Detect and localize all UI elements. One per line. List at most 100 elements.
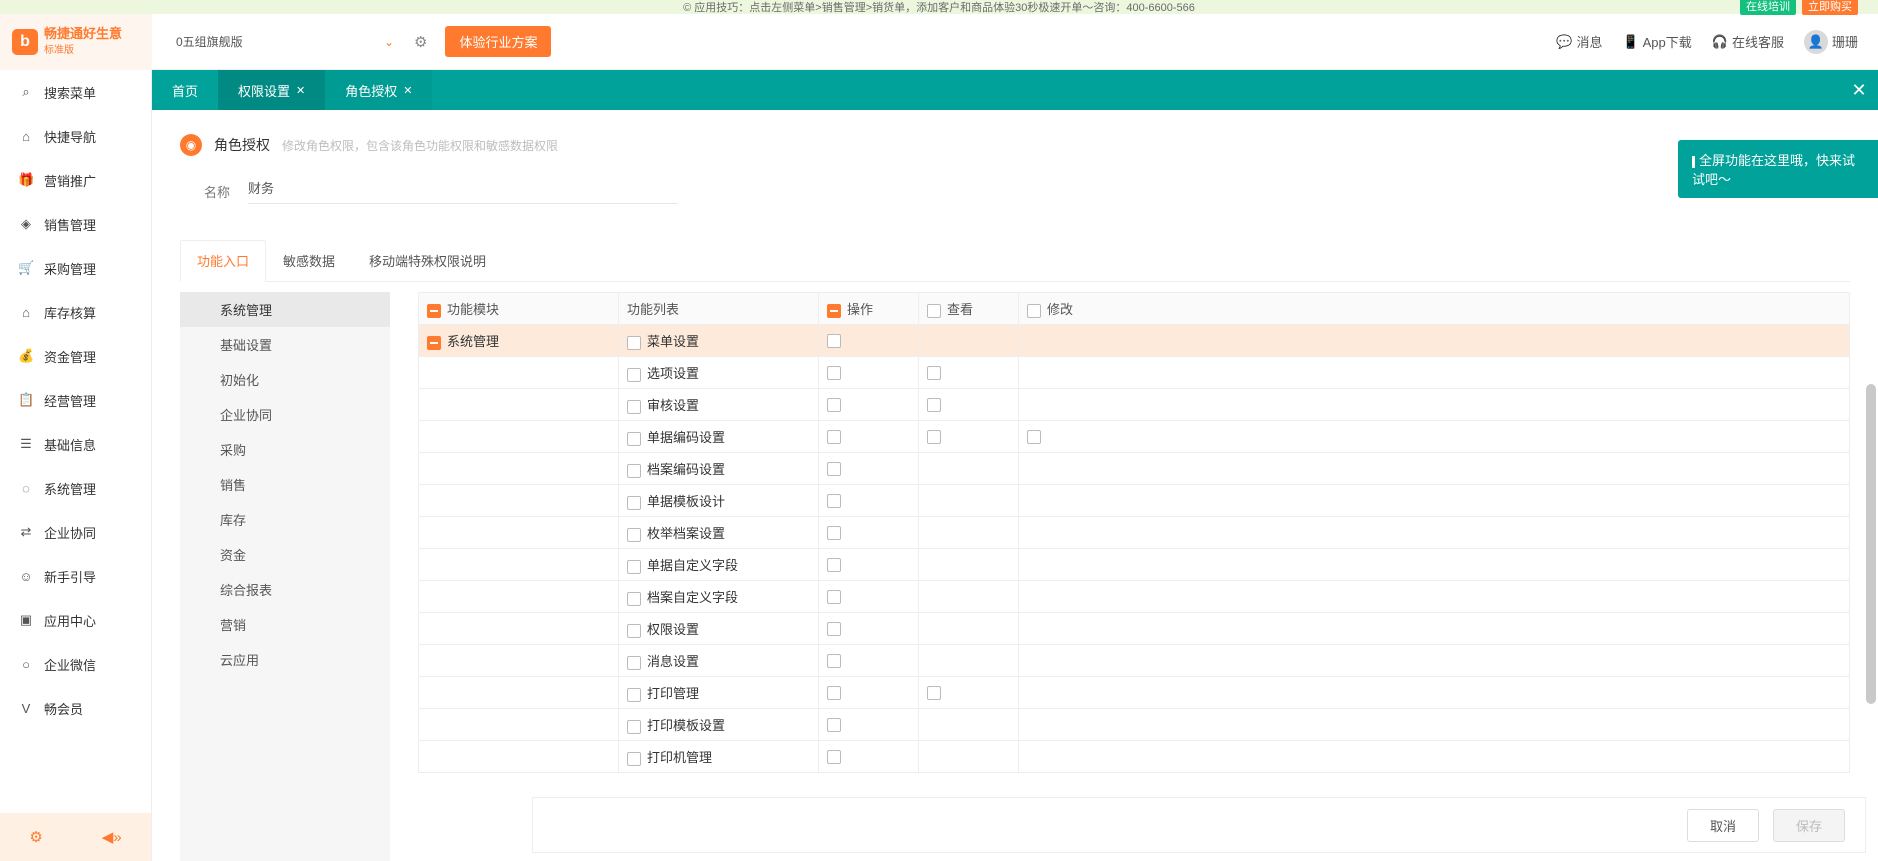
app-download-link[interactable]: 📱App下载	[1622, 32, 1691, 51]
category-item[interactable]: 库存	[180, 502, 390, 537]
checkbox[interactable]	[627, 688, 641, 702]
page-tabs: 首页 权限设置✕ 角色授权✕ ✕	[152, 70, 1878, 110]
checkbox-all-edit[interactable]	[1027, 304, 1041, 318]
save-button[interactable]: 保存	[1773, 809, 1845, 842]
category-item[interactable]: 资金	[180, 537, 390, 572]
nav-item[interactable]: 📋经营管理	[0, 378, 151, 422]
checkbox-all-module[interactable]	[427, 304, 441, 318]
nav-label: 基础信息	[44, 435, 96, 454]
checkbox[interactable]	[827, 366, 841, 380]
messages-link[interactable]: 💬消息	[1556, 32, 1602, 51]
checkbox[interactable]	[827, 334, 841, 348]
nav-item[interactable]: ▣应用中心	[0, 598, 151, 642]
checkbox[interactable]	[827, 590, 841, 604]
nav-item[interactable]: ⌕搜索菜单	[0, 70, 151, 114]
nav-icon: ◈	[18, 216, 34, 232]
collapse-icon[interactable]: ◀»	[102, 828, 122, 846]
buy-button[interactable]: 立即购买	[1802, 0, 1858, 15]
checkbox[interactable]	[1027, 430, 1041, 444]
tab-role-auth[interactable]: 角色授权✕	[325, 70, 432, 110]
nav-label: 采购管理	[44, 259, 96, 278]
scrollbar[interactable]	[1866, 384, 1876, 704]
gear-icon[interactable]: ⚙	[414, 33, 427, 51]
checkbox[interactable]	[827, 686, 841, 700]
itab-function[interactable]: 功能入口	[180, 240, 266, 282]
category-item[interactable]: 系统管理	[180, 292, 390, 327]
support-link[interactable]: 🎧在线客服	[1712, 32, 1784, 51]
try-industry-button[interactable]: 体验行业方案	[445, 26, 551, 57]
tab-home[interactable]: 首页	[152, 70, 218, 110]
cancel-button[interactable]: 取消	[1687, 809, 1759, 842]
checkbox[interactable]	[927, 366, 941, 380]
fullscreen-tip[interactable]: 全屏功能在这里哦，快来试试吧～	[1678, 140, 1878, 198]
checkbox-all-action[interactable]	[827, 304, 841, 318]
avatar-icon: 👤	[1804, 30, 1828, 54]
role-name-input[interactable]: 财务	[248, 178, 678, 204]
category-item[interactable]: 销售	[180, 467, 390, 502]
nav-item[interactable]: 🛒 采购管理	[0, 246, 151, 290]
checkbox[interactable]	[627, 624, 641, 638]
nav-item[interactable]: ⌂库存核算	[0, 290, 151, 334]
table-row: 单据编码设置	[419, 421, 1850, 453]
checkbox[interactable]	[627, 656, 641, 670]
checkbox[interactable]	[627, 752, 641, 766]
category-item[interactable]: 采购	[180, 432, 390, 467]
close-icon[interactable]: ✕	[296, 84, 305, 97]
settings-icon[interactable]: ⚙	[29, 828, 42, 846]
checkbox[interactable]	[927, 398, 941, 412]
checkbox[interactable]	[827, 526, 841, 540]
checkbox[interactable]	[927, 686, 941, 700]
checkbox[interactable]	[627, 528, 641, 542]
category-item[interactable]: 基础设置	[180, 327, 390, 362]
checkbox[interactable]	[627, 368, 641, 382]
checkbox[interactable]	[627, 496, 641, 510]
nav-item[interactable]: ◌系统管理	[0, 466, 151, 510]
org-select[interactable]: 0五组旗舰版 ⌄	[170, 28, 400, 56]
checkbox[interactable]	[627, 400, 641, 414]
checkbox[interactable]	[627, 592, 641, 606]
category-item[interactable]: 营销	[180, 607, 390, 642]
close-all-tabs[interactable]: ✕	[1840, 70, 1878, 110]
checkbox[interactable]	[827, 494, 841, 508]
app-header: b 畅捷通好生意 标准版 0五组旗舰版 ⌄ ⚙ 体验行业方案 💬消息 📱App下…	[0, 14, 1878, 70]
category-item[interactable]: 综合报表	[180, 572, 390, 607]
nav-item[interactable]: 🎁营销推广	[0, 158, 151, 202]
user-menu[interactable]: 👤珊珊	[1804, 30, 1858, 54]
nav-icon: 💰	[18, 348, 34, 364]
nav-item[interactable]: ☺新手引导	[0, 554, 151, 598]
checkbox[interactable]	[827, 398, 841, 412]
nav-item[interactable]: V畅会员	[0, 686, 151, 730]
nav-item[interactable]: ⌂快捷导航	[0, 114, 151, 158]
checkbox[interactable]	[627, 720, 641, 734]
checkbox[interactable]	[827, 718, 841, 732]
category-item[interactable]: 云应用	[180, 642, 390, 677]
phone-icon: 📱	[1622, 34, 1638, 50]
checkbox-all-view[interactable]	[927, 304, 941, 318]
checkbox[interactable]	[427, 336, 441, 350]
nav-item[interactable]: ○企业微信	[0, 642, 151, 686]
category-item[interactable]: 初始化	[180, 362, 390, 397]
checkbox[interactable]	[627, 336, 641, 350]
checkbox[interactable]	[827, 654, 841, 668]
checkbox[interactable]	[827, 430, 841, 444]
nav-item[interactable]: 💰资金管理	[0, 334, 151, 378]
category-item[interactable]: 企业协同	[180, 397, 390, 432]
itab-sensitive[interactable]: 敏感数据	[266, 240, 352, 281]
close-icon[interactable]: ✕	[403, 84, 412, 97]
checkbox[interactable]	[827, 462, 841, 476]
logo[interactable]: b 畅捷通好生意 标准版	[0, 14, 152, 70]
nav-item[interactable]: ◈销售管理	[0, 202, 151, 246]
nav-icon: 🛒	[18, 260, 34, 276]
checkbox[interactable]	[627, 432, 641, 446]
checkbox[interactable]	[827, 622, 841, 636]
nav-item[interactable]: ☰基础信息	[0, 422, 151, 466]
tab-permission-settings[interactable]: 权限设置✕	[218, 70, 325, 110]
checkbox[interactable]	[627, 560, 641, 574]
checkbox[interactable]	[827, 558, 841, 572]
training-button[interactable]: 在线培训	[1740, 0, 1796, 15]
checkbox[interactable]	[927, 430, 941, 444]
itab-mobile[interactable]: 移动端特殊权限说明	[352, 240, 503, 281]
checkbox[interactable]	[827, 750, 841, 764]
checkbox[interactable]	[627, 464, 641, 478]
nav-item[interactable]: ⇄企业协同	[0, 510, 151, 554]
